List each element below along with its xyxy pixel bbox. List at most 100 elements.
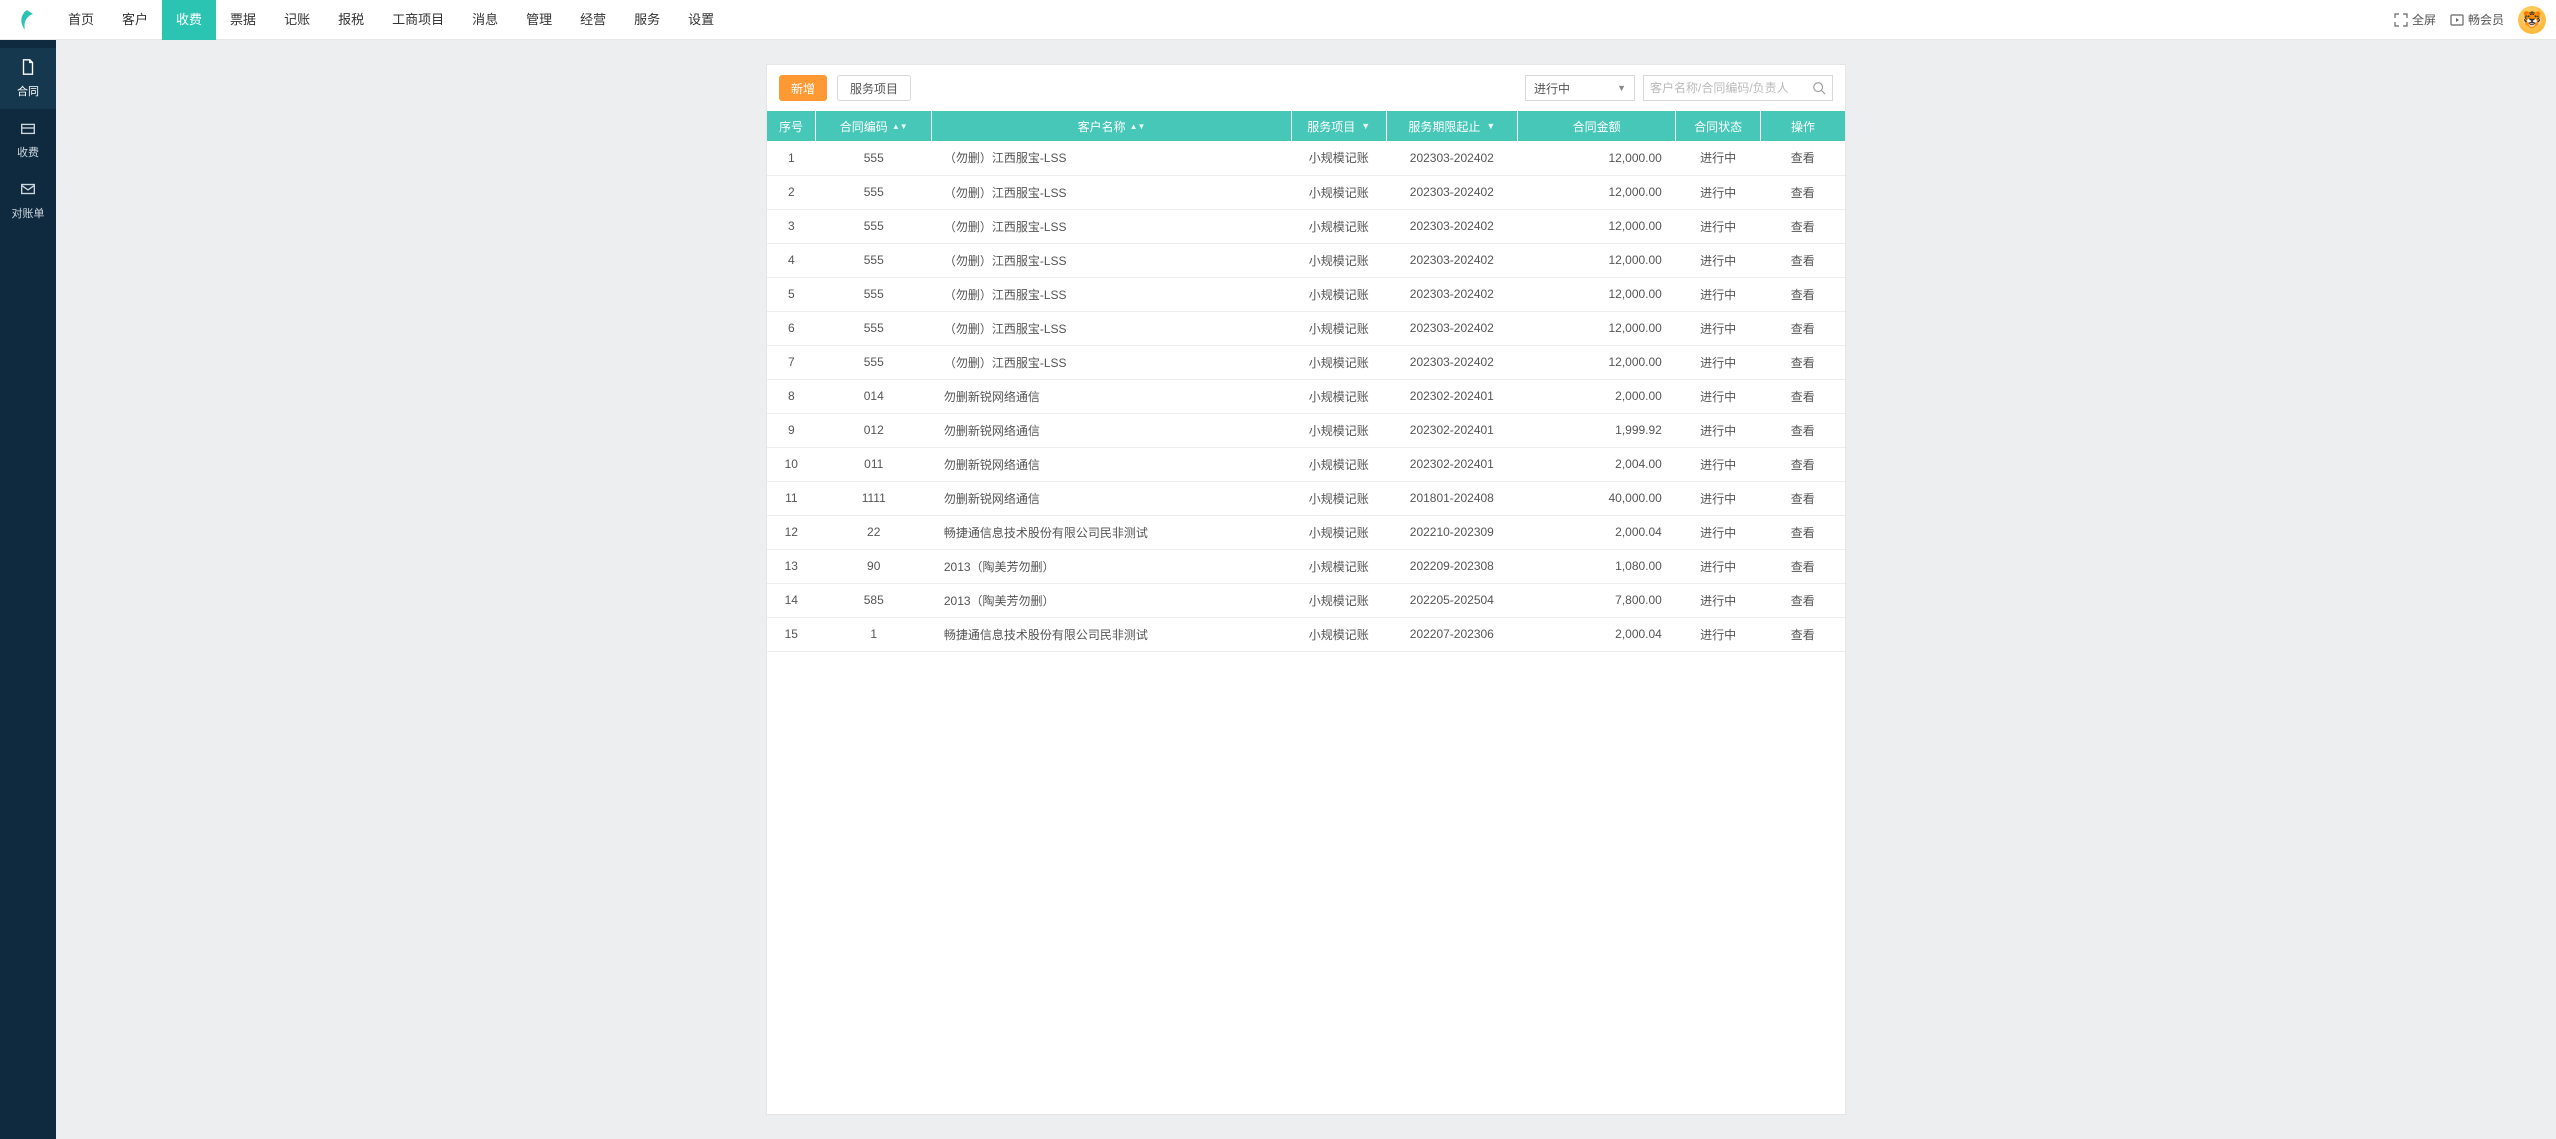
cell-amount: 12,000.00: [1517, 175, 1676, 209]
cell-period: 202302-202401: [1386, 379, 1517, 413]
topnav-item[interactable]: 工商项目: [378, 0, 458, 40]
cell-seq: 13: [767, 549, 816, 583]
cell-action: 查看: [1760, 583, 1845, 617]
cell-service: 小规模记账: [1291, 447, 1386, 481]
view-link[interactable]: 查看: [1791, 628, 1815, 642]
cell-service: 小规模记账: [1291, 175, 1386, 209]
cell-period: 202303-202402: [1386, 277, 1517, 311]
table-row: 2555（勿删）江西服宝-LSS小规模记账202303-20240212,000…: [767, 175, 1845, 209]
col-code-header[interactable]: 合同编码▲▼: [816, 111, 932, 141]
view-link[interactable]: 查看: [1791, 492, 1815, 506]
cell-seq: 15: [767, 617, 816, 651]
cell-action: 查看: [1760, 617, 1845, 651]
cell-amount: 12,000.00: [1517, 345, 1676, 379]
table-row: 111111勿删新锐网络通信小规模记账201801-20240840,000.0…: [767, 481, 1845, 515]
user-avatar[interactable]: 🐯: [2518, 6, 2546, 34]
cell-action: 查看: [1760, 277, 1845, 311]
cell-code: 555: [816, 141, 932, 175]
cell-code: 555: [816, 209, 932, 243]
view-link[interactable]: 查看: [1791, 356, 1815, 370]
sidebar-item[interactable]: 收费: [0, 109, 56, 170]
view-link[interactable]: 查看: [1791, 186, 1815, 200]
cell-customer: （勿删）江西服宝-LSS: [932, 175, 1291, 209]
cell-customer: 勿删新锐网络通信: [932, 413, 1291, 447]
topnav-item[interactable]: 消息: [458, 0, 512, 40]
topnav-item[interactable]: 记账: [270, 0, 324, 40]
cell-status: 进行中: [1676, 481, 1761, 515]
cell-action: 查看: [1760, 549, 1845, 583]
sidebar: 合同收费对账单: [0, 40, 56, 1139]
status-select[interactable]: 进行中 ▼: [1525, 75, 1635, 101]
topnav-item[interactable]: 经营: [566, 0, 620, 40]
cell-amount: 2,000.04: [1517, 515, 1676, 549]
member-label: 畅会员: [2468, 11, 2504, 28]
cell-service: 小规模记账: [1291, 481, 1386, 515]
cell-status: 进行中: [1676, 345, 1761, 379]
cell-service: 小规模记账: [1291, 583, 1386, 617]
cell-code: 012: [816, 413, 932, 447]
view-link[interactable]: 查看: [1791, 560, 1815, 574]
col-customer-header[interactable]: 客户名称▲▼: [932, 111, 1291, 141]
table-row: 151畅捷通信息技术股份有限公司民非测试小规模记账202207-2023062,…: [767, 617, 1845, 651]
topnav-item[interactable]: 收费: [162, 0, 216, 40]
cell-customer: （勿删）江西服宝-LSS: [932, 345, 1291, 379]
topnav-item[interactable]: 服务: [620, 0, 674, 40]
topnav-item[interactable]: 设置: [674, 0, 728, 40]
col-service-header[interactable]: 服务项目▼: [1291, 111, 1386, 141]
sidebar-item[interactable]: 对账单: [0, 170, 56, 231]
cell-seq: 5: [767, 277, 816, 311]
contracts-panel: 新增 服务项目 进行中 ▼: [766, 64, 1846, 1115]
cell-customer: （勿删）江西服宝-LSS: [932, 311, 1291, 345]
col-amount-header[interactable]: 合同金额: [1517, 111, 1676, 141]
sidebar-item-label: 合同: [17, 83, 39, 99]
cell-period: 202303-202402: [1386, 345, 1517, 379]
view-link[interactable]: 查看: [1791, 424, 1815, 438]
status-select-value: 进行中: [1534, 80, 1570, 97]
cell-amount: 40,000.00: [1517, 481, 1676, 515]
view-link[interactable]: 查看: [1791, 458, 1815, 472]
cell-seq: 3: [767, 209, 816, 243]
table-row: 1555（勿删）江西服宝-LSS小规模记账202303-20240212,000…: [767, 141, 1845, 175]
table-header-row: 序号 合同编码▲▼ 客户名称▲▼ 服务项目▼ 服务期限起止▼ 合同金额 合同状态…: [767, 111, 1845, 141]
cell-service: 小规模记账: [1291, 243, 1386, 277]
col-status-header[interactable]: 合同状态: [1676, 111, 1761, 141]
cell-amount: 1,999.92: [1517, 413, 1676, 447]
cell-status: 进行中: [1676, 447, 1761, 481]
view-link[interactable]: 查看: [1791, 220, 1815, 234]
cell-customer: 畅捷通信息技术股份有限公司民非测试: [932, 617, 1291, 651]
top-nav: 首页客户收费票据记账报税工商项目消息管理经营服务设置: [54, 0, 728, 40]
view-link[interactable]: 查看: [1791, 594, 1815, 608]
view-link[interactable]: 查看: [1791, 151, 1815, 165]
view-link[interactable]: 查看: [1791, 526, 1815, 540]
cell-action: 查看: [1760, 311, 1845, 345]
member-button[interactable]: 畅会员: [2450, 11, 2504, 28]
col-seq-header[interactable]: 序号: [767, 111, 816, 141]
sidebar-item[interactable]: 合同: [0, 48, 56, 109]
topnav-item[interactable]: 报税: [324, 0, 378, 40]
topnav-item[interactable]: 管理: [512, 0, 566, 40]
col-period-header[interactable]: 服务期限起止▼: [1386, 111, 1517, 141]
search-input[interactable]: [1650, 81, 1812, 95]
view-link[interactable]: 查看: [1791, 322, 1815, 336]
cell-period: 202303-202402: [1386, 141, 1517, 175]
sort-icon: ▲▼: [1130, 124, 1146, 129]
search-icon[interactable]: [1812, 81, 1826, 95]
cell-status: 进行中: [1676, 413, 1761, 447]
add-button[interactable]: 新增: [779, 75, 827, 101]
topnav-item[interactable]: 票据: [216, 0, 270, 40]
cell-customer: （勿删）江西服宝-LSS: [932, 209, 1291, 243]
chevron-down-icon: ▼: [1486, 121, 1495, 131]
cell-action: 查看: [1760, 481, 1845, 515]
view-link[interactable]: 查看: [1791, 390, 1815, 404]
fullscreen-button[interactable]: 全屏: [2394, 11, 2436, 28]
cell-code: 1111: [816, 481, 932, 515]
topnav-item[interactable]: 客户: [108, 0, 162, 40]
cell-amount: 2,000.00: [1517, 379, 1676, 413]
service-items-button[interactable]: 服务项目: [837, 75, 911, 101]
cell-code: 90: [816, 549, 932, 583]
view-link[interactable]: 查看: [1791, 288, 1815, 302]
cell-code: 555: [816, 345, 932, 379]
view-link[interactable]: 查看: [1791, 254, 1815, 268]
cell-status: 进行中: [1676, 617, 1761, 651]
topnav-item[interactable]: 首页: [54, 0, 108, 40]
